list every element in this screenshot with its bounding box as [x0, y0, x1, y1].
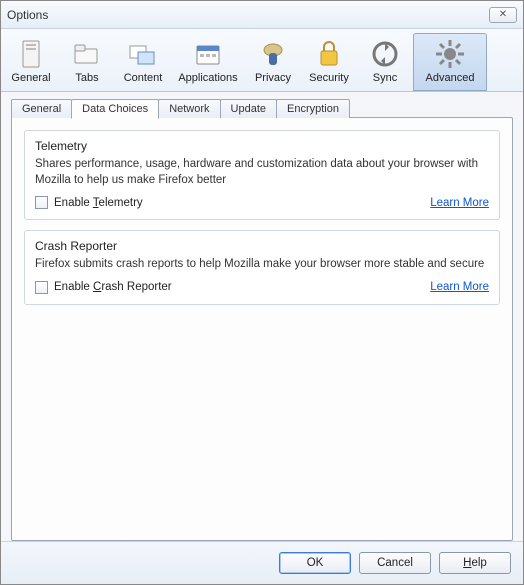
- telemetry-learn-more-link[interactable]: Learn More: [430, 197, 489, 209]
- subtab-encryption[interactable]: Encryption: [276, 99, 350, 118]
- crash-desc: Firefox submits crash reports to help Mo…: [35, 257, 489, 273]
- subtab-data-choices[interactable]: Data Choices: [71, 99, 159, 119]
- ok-button[interactable]: OK: [279, 552, 351, 574]
- toolbar-label: Applications: [174, 72, 242, 84]
- toolbar-label: Tabs: [62, 72, 112, 84]
- general-icon: [15, 38, 47, 70]
- toolbar-label: Content: [118, 72, 168, 84]
- crash-checkbox-label[interactable]: Enable Crash Reporter: [54, 281, 172, 293]
- window-title: Options: [7, 8, 489, 22]
- titlebar: Options ✕: [1, 1, 523, 29]
- subtab-strip: General Data Choices Network Update Encr…: [11, 99, 513, 118]
- crash-checkbox[interactable]: [35, 281, 48, 294]
- subtab-update[interactable]: Update: [220, 99, 277, 118]
- help-button[interactable]: Help: [439, 552, 511, 574]
- applications-icon: [192, 38, 224, 70]
- toolbar-label: Security: [304, 72, 354, 84]
- toolbar-applications[interactable]: Applications: [171, 33, 245, 91]
- crash-group: Crash Reporter Firefox submits crash rep…: [24, 230, 500, 305]
- data-choices-panel: Telemetry Shares performance, usage, har…: [11, 117, 513, 541]
- advanced-icon: [434, 38, 466, 70]
- toolbar-advanced[interactable]: Advanced: [413, 33, 487, 91]
- telemetry-title: Telemetry: [35, 139, 489, 153]
- security-icon: [313, 38, 345, 70]
- toolbar-label: Advanced: [416, 72, 484, 84]
- toolbar-tabs[interactable]: Tabs: [59, 33, 115, 91]
- toolbar-content[interactable]: Content: [115, 33, 171, 91]
- subtab-network[interactable]: Network: [158, 99, 220, 118]
- dialog-footer: OK Cancel Help: [1, 541, 523, 584]
- close-button[interactable]: ✕: [489, 7, 517, 23]
- sync-icon: [369, 38, 401, 70]
- tabs-icon: [71, 38, 103, 70]
- privacy-icon: [257, 38, 289, 70]
- telemetry-checkbox-label[interactable]: Enable Telemetry: [54, 197, 143, 209]
- telemetry-group: Telemetry Shares performance, usage, har…: [24, 130, 500, 220]
- content-icon: [127, 38, 159, 70]
- telemetry-desc: Shares performance, usage, hardware and …: [35, 157, 489, 188]
- crash-row: Enable Crash Reporter Learn More: [35, 281, 489, 294]
- toolbar-label: Privacy: [248, 72, 298, 84]
- subtab-general[interactable]: General: [11, 99, 72, 118]
- toolbar-sync[interactable]: Sync: [357, 33, 413, 91]
- toolbar-label: General: [6, 72, 56, 84]
- toolbar-label: Sync: [360, 72, 410, 84]
- telemetry-row: Enable Telemetry Learn More: [35, 196, 489, 209]
- category-toolbar: General Tabs Content Applications Privac…: [1, 29, 523, 92]
- cancel-button[interactable]: Cancel: [359, 552, 431, 574]
- toolbar-privacy[interactable]: Privacy: [245, 33, 301, 91]
- options-window: Options ✕ General Tabs Content: [0, 0, 524, 585]
- crash-title: Crash Reporter: [35, 239, 489, 253]
- toolbar-security[interactable]: Security: [301, 33, 357, 91]
- content-area: General Data Choices Network Update Encr…: [1, 92, 523, 541]
- toolbar-general[interactable]: General: [3, 33, 59, 91]
- telemetry-checkbox[interactable]: [35, 196, 48, 209]
- crash-learn-more-link[interactable]: Learn More: [430, 281, 489, 293]
- close-icon: ✕: [499, 9, 507, 20]
